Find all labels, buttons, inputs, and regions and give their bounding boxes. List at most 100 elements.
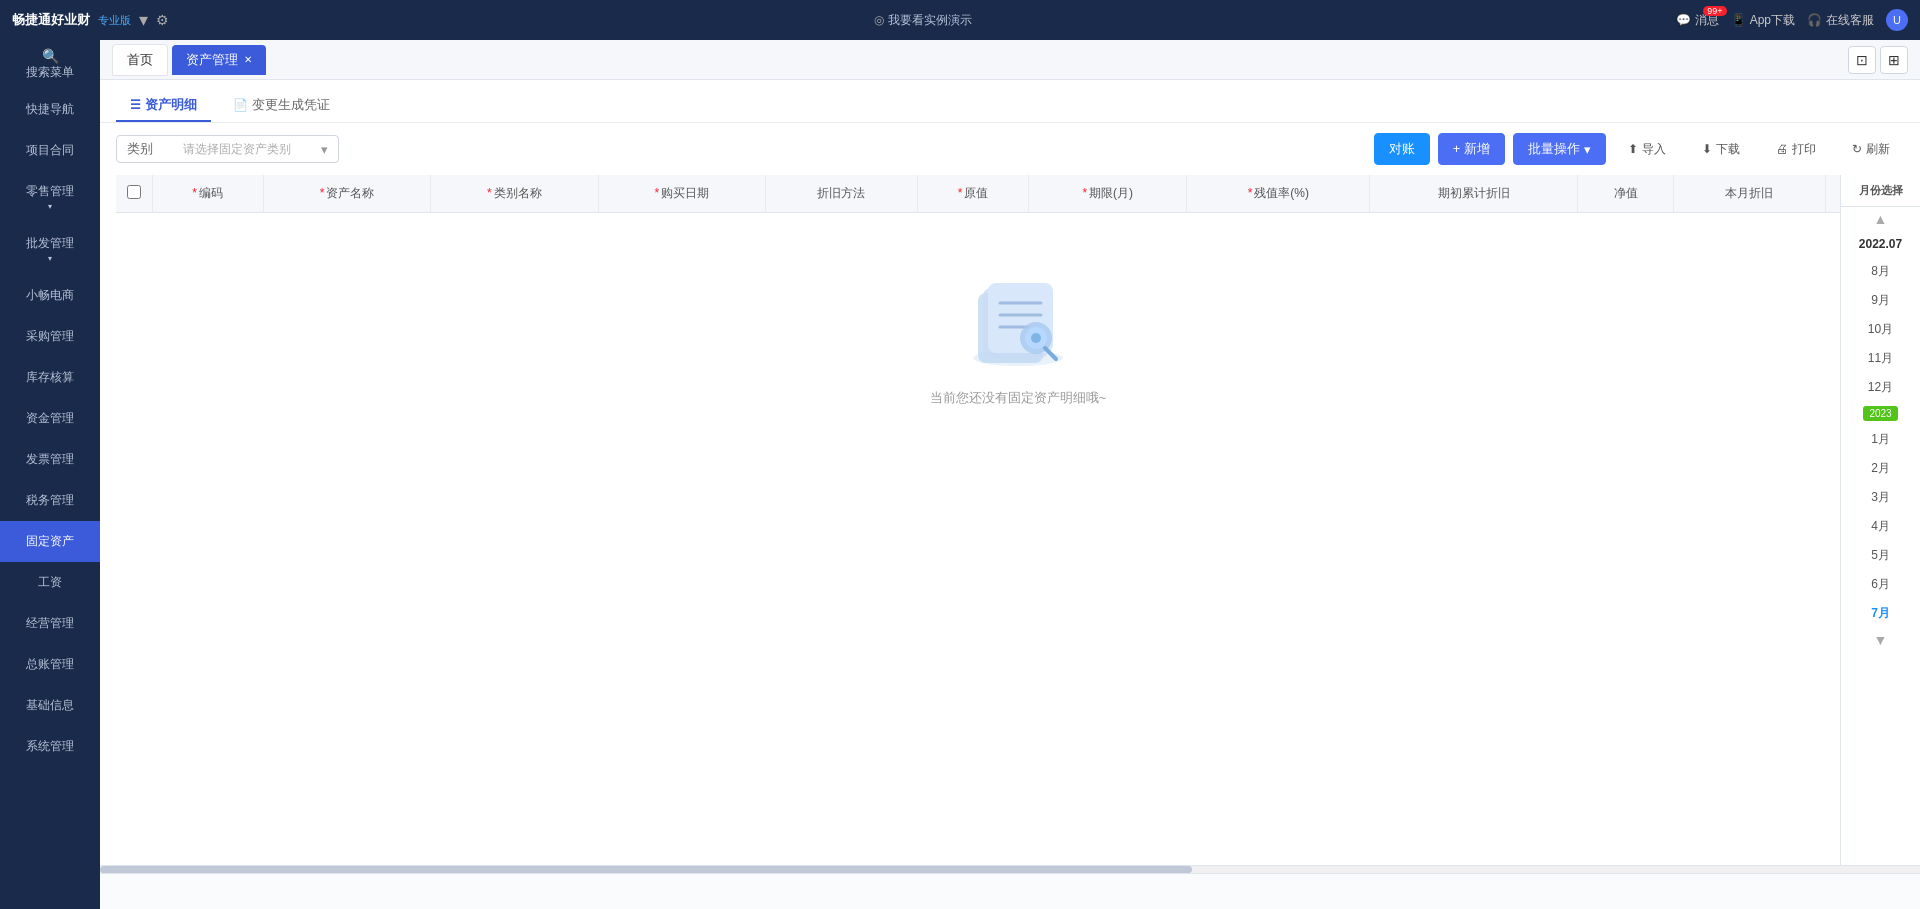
sidebar-item-fund-manage[interactable]: 资金管理: [0, 398, 100, 439]
window-maximize-button[interactable]: ⊞: [1880, 46, 1908, 74]
top-bar-center: ◎ 我要看实例演示: [874, 12, 972, 29]
scrollbar-thumb[interactable]: [100, 866, 1192, 873]
import-button[interactable]: ⬆ 导入: [1614, 135, 1680, 164]
month-picker-jul[interactable]: 7月: [1841, 599, 1920, 628]
import-icon: ⬆: [1628, 142, 1638, 156]
table-header-depreciation-method: 折旧方法: [766, 175, 918, 213]
message-badge: 99+: [1703, 6, 1726, 16]
download-button[interactable]: ⬇ 下载: [1688, 135, 1754, 164]
company-name: 畅捷通好业财: [12, 11, 90, 29]
dropdown-button[interactable]: ▾: [139, 9, 148, 31]
sidebar-item-retail-manage[interactable]: 零售管理 ▾: [0, 171, 100, 223]
refresh-button[interactable]: ↻ 刷新: [1838, 135, 1904, 164]
tab-home[interactable]: 首页: [112, 44, 168, 76]
month-picker-oct[interactable]: 10月: [1841, 315, 1920, 344]
demo-link[interactable]: 我要看实例演示: [888, 12, 972, 29]
search-label: 搜索菜单: [8, 64, 92, 81]
table-header-residual-rate: *残值率(%): [1187, 175, 1370, 213]
year-2023-badge: 2023: [1863, 406, 1897, 421]
online-service-button[interactable]: 🎧 在线客服: [1807, 12, 1874, 29]
sidebar-item-basic-info[interactable]: 基础信息: [0, 685, 100, 726]
horizontal-scrollbar[interactable]: [100, 865, 1920, 873]
month-picker-year-2022: 2022.07: [1841, 231, 1920, 257]
month-picker-sep[interactable]: 9月: [1841, 286, 1920, 315]
app-download-button[interactable]: 📱 App下载: [1731, 12, 1795, 29]
sidebar-item-purchase-manage[interactable]: 采购管理: [0, 316, 100, 357]
month-picker-jan[interactable]: 1月: [1841, 425, 1920, 454]
tab-bar: 首页 资产管理 ✕ ⊡ ⊞: [100, 40, 1920, 80]
top-bar-right: 💬 消息 99+ 📱 App下载 🎧 在线客服 U: [1676, 9, 1908, 31]
table-container: *编码 *资产名称 *类别名称 *购买日期 折旧方法 *原值 *期限(月) *残…: [100, 175, 1920, 865]
table-header-period: *期限(月): [1029, 175, 1187, 213]
message-button[interactable]: 💬 消息 99+: [1676, 12, 1718, 29]
sidebar-item-invoice-manage[interactable]: 发票管理: [0, 439, 100, 480]
month-picker-jun[interactable]: 6月: [1841, 570, 1920, 599]
month-picker-mar[interactable]: 3月: [1841, 483, 1920, 512]
month-picker-up-button[interactable]: ▲: [1870, 207, 1892, 231]
dropdown-arrow-icon: ▾: [321, 142, 328, 157]
batch-operations-button[interactable]: 批量操作 ▾: [1513, 133, 1606, 165]
table-header-purchase-date: *购买日期: [598, 175, 765, 213]
sidebar-item-project-contract[interactable]: 项目合同: [0, 130, 100, 171]
tab-asset-manage[interactable]: 资产管理 ✕: [172, 45, 266, 75]
sidebar-item-batch-manage[interactable]: 批发管理 ▾: [0, 223, 100, 275]
tab-bar-actions: ⊡ ⊞: [1848, 46, 1908, 74]
sidebar-item-operations-manage[interactable]: 经营管理: [0, 603, 100, 644]
sidebar-search-button[interactable]: 🔍 搜索菜单: [0, 40, 100, 89]
month-picker-header: 月份选择: [1841, 175, 1920, 207]
month-picker-aug[interactable]: 8月: [1841, 257, 1920, 286]
window-restore-button[interactable]: ⊡: [1848, 46, 1876, 74]
category-filter[interactable]: 类别 请选择固定资产类别 ▾: [116, 135, 339, 163]
phone-icon: 📱: [1731, 13, 1746, 27]
table-header-code: *编码: [152, 175, 263, 213]
month-picker: 月份选择 ▲ 2022.07 8月 9月 10月 11月 12月 2023 1月…: [1840, 175, 1920, 865]
category-input[interactable]: 请选择固定资产类别: [183, 141, 291, 158]
add-new-button[interactable]: + 新增: [1438, 133, 1505, 165]
content-area: ☰ 资产明细 📄 变更生成凭证 类别 请选择固定资产类别 ▾ 对账: [100, 80, 1920, 909]
edition-label: 专业版: [98, 13, 131, 28]
sidebar-item-system-manage[interactable]: 系统管理: [0, 726, 100, 767]
print-icon: 🖨: [1776, 142, 1788, 156]
sub-tab-change-voucher[interactable]: 📄 变更生成凭证: [219, 90, 344, 122]
table-header-monthly-depreciation: 本月折旧: [1673, 175, 1825, 213]
select-all-checkbox[interactable]: [127, 185, 141, 199]
right-content: 首页 资产管理 ✕ ⊡ ⊞ ☰ 资产明细 📄 变更生成凭证: [100, 40, 1920, 909]
month-picker-down-button[interactable]: ▼: [1870, 628, 1892, 652]
sidebar-item-inventory[interactable]: 库存核算: [0, 357, 100, 398]
settings-icon[interactable]: ⚙: [156, 12, 169, 28]
print-button[interactable]: 🖨 打印: [1762, 135, 1830, 164]
batch-arrow-icon: ▾: [1584, 142, 1591, 157]
sidebar-item-quick-nav[interactable]: 快捷导航: [0, 89, 100, 130]
user-avatar[interactable]: U: [1886, 9, 1908, 31]
sidebar-item-tax-manage[interactable]: 税务管理: [0, 480, 100, 521]
list-icon: ☰: [130, 98, 141, 112]
category-label: 类别: [127, 140, 153, 158]
message-icon: 💬: [1676, 13, 1691, 27]
month-picker-dec[interactable]: 12月: [1841, 373, 1920, 402]
download-icon: ⬇: [1702, 142, 1712, 156]
empty-state: 当前您还没有固定资产明细哦~: [116, 213, 1920, 467]
sidebar-item-salary[interactable]: 工资: [0, 562, 100, 603]
sub-tab-asset-detail[interactable]: ☰ 资产明细: [116, 90, 211, 122]
sidebar-item-fixed-assets[interactable]: 固定资产: [0, 521, 100, 562]
sub-tab-change-voucher-label: 变更生成凭证: [252, 96, 330, 114]
month-picker-apr[interactable]: 4月: [1841, 512, 1920, 541]
bottom-bar: [100, 873, 1920, 909]
sidebar-nav: 快捷导航 项目合同 零售管理 ▾ 批发管理 ▾ 小畅电商 采购管理 库存核算: [0, 89, 100, 767]
sidebar-item-ecommerce[interactable]: 小畅电商: [0, 275, 100, 316]
reconcile-button[interactable]: 对账: [1374, 133, 1430, 165]
table-header-checkbox: [116, 175, 152, 213]
month-picker-feb[interactable]: 2月: [1841, 454, 1920, 483]
month-picker-nov[interactable]: 11月: [1841, 344, 1920, 373]
table-header-original-value: *原值: [917, 175, 1028, 213]
tab-close-icon[interactable]: ✕: [244, 54, 252, 65]
main-layout: 🔍 搜索菜单 快捷导航 项目合同 零售管理 ▾ 批发管理 ▾ 小畅电商 采购管理: [0, 40, 1920, 909]
top-bar-left: 畅捷通好业财 专业版 ▾ ⚙: [12, 9, 169, 31]
month-picker-may[interactable]: 5月: [1841, 541, 1920, 570]
table-header-net-value: 净值: [1578, 175, 1674, 213]
sidebar-item-general-ledger[interactable]: 总账管理: [0, 644, 100, 685]
toolbar-right: 对账 + 新增 批量操作 ▾ ⬆ 导入 ⬇ 下载: [1374, 133, 1904, 165]
doc-icon: 📄: [233, 98, 248, 112]
refresh-icon: ↻: [1852, 142, 1862, 156]
sub-tabs: ☰ 资产明细 📄 变更生成凭证: [100, 80, 1920, 123]
